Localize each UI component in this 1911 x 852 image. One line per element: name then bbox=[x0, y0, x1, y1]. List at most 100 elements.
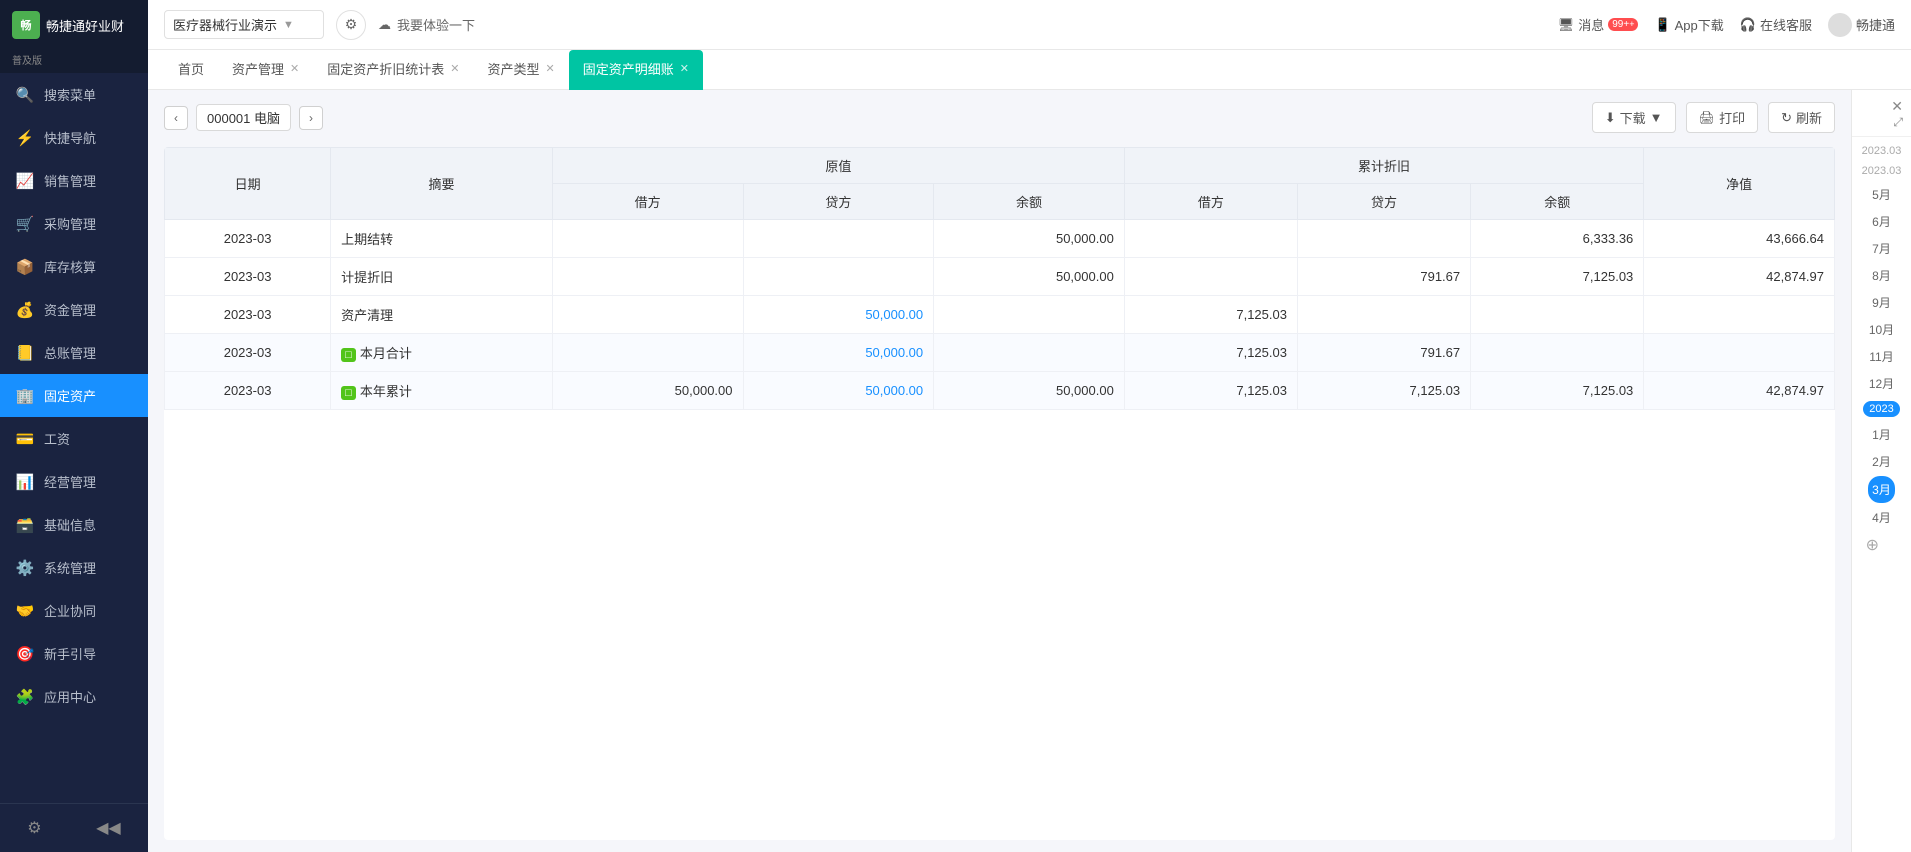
sidebar-item-collab[interactable]: 🤝企业协同 bbox=[0, 589, 148, 632]
tab-asset-type[interactable]: 资产类型 ✕ bbox=[473, 50, 568, 90]
content-area: ‹ 000001 电脑 › ⬇ 下载 ▼ 🖨 打印 ↻ bbox=[148, 90, 1911, 852]
company-dropdown-arrow: ▼ bbox=[283, 19, 294, 31]
timeline-month-7月[interactable]: 7月 bbox=[1862, 235, 1902, 262]
asset-prev-button[interactable]: ‹ bbox=[164, 106, 188, 130]
cell-yuanzhi-credit bbox=[743, 220, 934, 258]
col-group-yuanzhi: 原值 bbox=[552, 148, 1124, 184]
tab-close-asset-type[interactable]: ✕ bbox=[546, 62, 555, 75]
sidebar-item-label: 采购管理 bbox=[44, 214, 96, 233]
cell-desc: □本年累计 bbox=[331, 372, 553, 410]
sidebar-item-system[interactable]: ⚙️系统管理 bbox=[0, 546, 148, 589]
timeline-month-8月[interactable]: 8月 bbox=[1862, 262, 1902, 289]
cell-leiji-debit: 7,125.03 bbox=[1124, 296, 1297, 334]
timeline-month-3月[interactable]: 3月 bbox=[1868, 476, 1896, 503]
sidebar-logo: 畅 畅捷通好业财 bbox=[0, 0, 148, 50]
table-header-group: 日期 摘要 原值 累计折旧 净值 bbox=[165, 148, 1835, 184]
sidebar-item-inventory[interactable]: 📦库存核算 bbox=[0, 245, 148, 288]
tab-bar: 首页资产管理✕固定资产折旧统计表✕资产类型✕固定资产明细账✕ bbox=[148, 50, 1911, 90]
sidebar-item-purchase[interactable]: 🛒 采购管理 bbox=[0, 202, 148, 245]
topbar-settings-button[interactable]: ⚙ bbox=[336, 10, 366, 40]
tab-asset-detail[interactable]: 固定资产明细账✕ bbox=[569, 50, 703, 90]
sidebar-item-apps[interactable]: 🧩应用中心 bbox=[0, 675, 148, 718]
sidebar-item-wages[interactable]: 💳工资 bbox=[0, 417, 148, 460]
inventory-icon: 📦 bbox=[16, 258, 34, 276]
sidebar-item-ledger[interactable]: 📒总账管理 bbox=[0, 331, 148, 374]
asset-next-button[interactable]: › bbox=[299, 106, 323, 130]
timeline-close-icon[interactable]: ✕ bbox=[1891, 98, 1911, 115]
sidebar-item-label: 工资 bbox=[44, 429, 70, 448]
timeline-month-11月[interactable]: 11月 bbox=[1862, 343, 1902, 370]
timeline-month-9月[interactable]: 9月 bbox=[1862, 289, 1902, 316]
timeline-scroll-down-icon[interactable]: ⊕ bbox=[1862, 531, 1902, 559]
cell-leiji-balance: 7,125.03 bbox=[1471, 372, 1644, 410]
cell-leiji-balance bbox=[1471, 334, 1644, 372]
download-button[interactable]: 📱 App下载 bbox=[1654, 15, 1723, 34]
user-menu[interactable]: 畅捷通 bbox=[1828, 13, 1895, 37]
col-yuanzhi-debit: 借方 bbox=[552, 184, 743, 220]
timeline-month-10月[interactable]: 10月 bbox=[1862, 316, 1902, 343]
sidebar-item-guide[interactable]: 🎯新手引导 bbox=[0, 632, 148, 675]
tab-label-asset-mgmt: 资产管理 bbox=[232, 59, 284, 78]
sidebar-item-label: 基础信息 bbox=[44, 515, 96, 534]
experience-button[interactable]: ☁ 我要体验一下 bbox=[378, 15, 475, 34]
tab-depreciation-stats[interactable]: 固定资产折旧统计表 ✕ bbox=[313, 50, 473, 90]
refresh-button[interactable]: ↻ 刷新 bbox=[1768, 102, 1835, 133]
download-button[interactable]: ⬇ 下载 ▼ bbox=[1592, 102, 1676, 133]
sidebar-item-fixed[interactable]: 🏢 固定资产 bbox=[0, 374, 148, 417]
timeline-month-1月[interactable]: 1月 bbox=[1862, 421, 1902, 448]
tab-close-asset-mgmt[interactable]: ✕ bbox=[290, 62, 299, 75]
cell-net-value bbox=[1644, 296, 1835, 334]
sidebar-item-search[interactable]: 🔍搜索菜单 bbox=[0, 73, 148, 116]
cell-yuanzhi-balance bbox=[934, 296, 1125, 334]
tab-close-depreciation-stats[interactable]: ✕ bbox=[450, 62, 459, 75]
support-button[interactable]: 🎧 在线客服 bbox=[1740, 15, 1812, 34]
timeline-month-5月[interactable]: 5月 bbox=[1862, 181, 1902, 208]
sidebar-item-finance[interactable]: 💰资金管理 bbox=[0, 288, 148, 331]
cell-desc: 计提折旧 bbox=[331, 258, 553, 296]
tab-asset-mgmt[interactable]: 资产管理 ✕ bbox=[218, 50, 313, 90]
main-area: 医疗器械行业演示 ▼ ⚙ ☁ 我要体验一下 🖥 消息 99++ 📱 App下载 … bbox=[148, 0, 1911, 852]
settings-bottom-icon[interactable]: ⚙ bbox=[19, 814, 49, 842]
notifications-button[interactable]: 🖥 消息 99++ bbox=[1558, 15, 1639, 34]
timeline-header: ✕ ⤢ bbox=[1852, 98, 1911, 137]
tab-label-asset-type: 资产类型 bbox=[487, 59, 539, 78]
timeline-expand-icon[interactable]: ⤢ bbox=[1893, 115, 1911, 130]
download-arrow-icon: ▼ bbox=[1650, 110, 1663, 125]
timeline-month-4月[interactable]: 4月 bbox=[1862, 504, 1902, 531]
sidebar-item-sales[interactable]: 📈销售管理 bbox=[0, 159, 148, 202]
tab-label-depreciation-stats: 固定资产折旧统计表 bbox=[327, 59, 444, 78]
notifications-badge: 99++ bbox=[1608, 18, 1638, 31]
cell-yuanzhi-debit: 50,000.00 bbox=[552, 372, 743, 410]
col-leiji-debit: 借方 bbox=[1124, 184, 1297, 220]
cell-yuanzhi-credit bbox=[743, 258, 934, 296]
cell-leiji-balance: 7,125.03 bbox=[1471, 258, 1644, 296]
print-button[interactable]: 🖨 打印 bbox=[1686, 102, 1759, 133]
system-icon: ⚙️ bbox=[16, 559, 34, 577]
purchase-icon: 🛒 bbox=[16, 215, 34, 233]
sidebar-item-label: 固定资产 bbox=[44, 386, 96, 405]
sidebar-item-label: 新手引导 bbox=[44, 644, 96, 663]
sidebar-item-basic[interactable]: 🗃️基础信息 bbox=[0, 503, 148, 546]
sidebar-item-quicknav[interactable]: ⚡快捷导航 bbox=[0, 116, 148, 159]
ops-icon: 📊 bbox=[16, 473, 34, 491]
sidebar-item-label: 资金管理 bbox=[44, 300, 96, 319]
table-row: 2023-03 计提折旧 50,000.00 791.67 7,125.03 4… bbox=[165, 258, 1835, 296]
fixed-icon: 🏢 bbox=[16, 387, 34, 405]
tab-home[interactable]: 首页 bbox=[164, 50, 218, 90]
asset-detail-table: 日期 摘要 原值 累计折旧 净值 借方 贷方 余额 借方 贷方 余额 bbox=[164, 147, 1835, 410]
timeline-month-2月[interactable]: 2月 bbox=[1862, 448, 1902, 475]
timeline-month-12月[interactable]: 12月 bbox=[1862, 370, 1902, 397]
asset-nav-bar: ‹ 000001 电脑 › ⬇ 下载 ▼ 🖨 打印 ↻ bbox=[164, 102, 1835, 133]
timeline-year-badge[interactable]: 2023 bbox=[1863, 401, 1899, 417]
company-selector[interactable]: 医疗器械行业演示 ▼ bbox=[164, 10, 324, 39]
apps-icon: 🧩 bbox=[16, 688, 34, 706]
sidebar-item-ops[interactable]: 📊经营管理 bbox=[0, 460, 148, 503]
sales-icon: 📈 bbox=[16, 172, 34, 190]
collapse-icon[interactable]: ◀◀ bbox=[88, 814, 129, 842]
cell-leiji-credit bbox=[1297, 296, 1470, 334]
col-leiji-balance: 余额 bbox=[1471, 184, 1644, 220]
timeline-month-6月[interactable]: 6月 bbox=[1862, 208, 1902, 235]
print-label: 打印 bbox=[1719, 108, 1745, 127]
cell-yuanzhi-debit bbox=[552, 220, 743, 258]
tab-close-asset-detail[interactable]: ✕ bbox=[680, 62, 689, 75]
